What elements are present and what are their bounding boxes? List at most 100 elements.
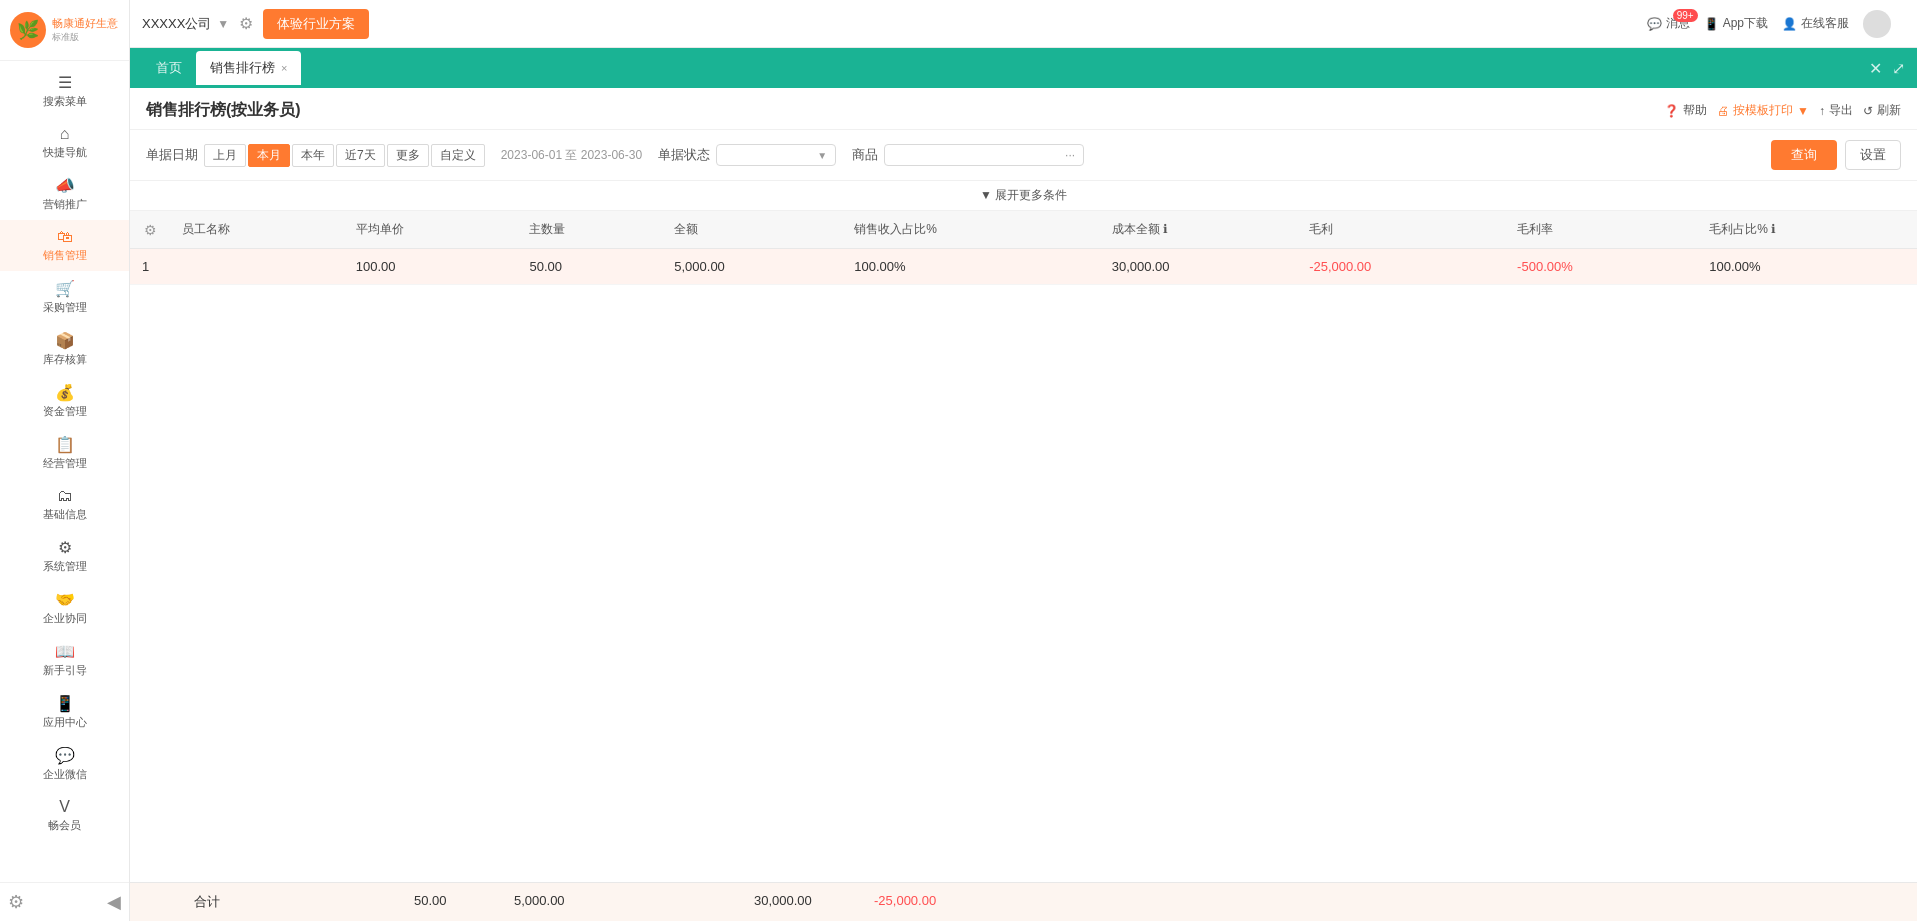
tab-close-icon[interactable]: × (281, 62, 287, 74)
sidebar-nav: ☰搜索菜单⌂快捷导航📣营销推广🛍销售管理🛒采购管理📦库存核算💰资金管理📋经营管理… (0, 61, 129, 882)
footer-cells: 合计 50.00 5,000.00 30,000.00 -25,000.00 (142, 893, 1905, 911)
export-button[interactable]: ↑ 导出 (1819, 102, 1853, 119)
expand-button[interactable]: ▼ 展开更多条件 (980, 188, 1067, 202)
logo-text-wrap: 畅康通好生意 标准版 (52, 16, 118, 43)
data-table: ⚙ 员工名称 平均单价 主数量 全额 销售收入占比% 成本全额 ℹ 毛利 毛利率… (130, 211, 1917, 285)
date-tab-more[interactable]: 更多 (387, 144, 429, 167)
date-tab-last-7-days[interactable]: 近7天 (336, 144, 385, 167)
sidebar-item-inventory[interactable]: 📦库存核算 (0, 323, 129, 375)
date-tab-last-month[interactable]: 上月 (204, 144, 246, 167)
nav-icon-wechat: 💬 (55, 746, 75, 765)
date-filter: 单据日期 上月 本月 本年 近7天 更多 自定义 (146, 144, 485, 167)
th-gross-pct: 毛利占比% ℹ (1697, 211, 1917, 249)
sidebar-bottom: ⚙ ◀ (0, 882, 129, 921)
query-button[interactable]: 查询 (1771, 140, 1837, 170)
nav-icon-member: V (59, 798, 70, 816)
expand-bar: ▼ 展开更多条件 (130, 181, 1917, 211)
sidebar-item-member[interactable]: V畅会员 (0, 790, 129, 841)
app-download-label: App下载 (1723, 15, 1768, 32)
avatar[interactable] (1863, 10, 1891, 38)
footer-sales-pct (622, 893, 742, 911)
content: 销售排行榜(按业务员) ❓ 帮助 🖨 按模板打印 ▼ ↑ 导出 ↺ 刷新 (130, 88, 1917, 921)
footer-cost: 30,000.00 (742, 893, 862, 911)
table-header-row: ⚙ 员工名称 平均单价 主数量 全额 销售收入占比% 成本全额 ℹ 毛利 毛利率… (130, 211, 1917, 249)
topbar-gear-icon[interactable]: ⚙ (239, 14, 253, 33)
date-tab-custom[interactable]: 自定义 (431, 144, 485, 167)
online-service-item[interactable]: 👤 在线客服 (1782, 15, 1849, 32)
topbar-right: 💬 消息 99+ 📱 App下载 👤 在线客服 (1647, 10, 1905, 38)
company-name: XXXXX公司 (142, 15, 211, 33)
cell-gross-pct: 100.00% (1697, 249, 1917, 285)
status-select[interactable]: ▼ (716, 144, 836, 166)
date-label: 单据日期 (146, 146, 198, 164)
sidebar-item-quick-nav[interactable]: ⌂快捷导航 (0, 117, 129, 168)
sidebar-item-finance[interactable]: 💰资金管理 (0, 375, 129, 427)
nav-icon-system: ⚙ (58, 538, 72, 557)
app-download-item[interactable]: 📱 App下载 (1704, 15, 1768, 32)
settings-button[interactable]: 设置 (1845, 140, 1901, 170)
print-icon: 🖨 (1717, 104, 1729, 118)
sidebar-item-basic-info[interactable]: 🗂基础信息 (0, 479, 129, 530)
refresh-label: 刷新 (1877, 102, 1901, 119)
date-tab-this-year[interactable]: 本年 (292, 144, 334, 167)
message-icon: 💬 (1647, 17, 1662, 31)
nav-icon-enterprise: 🤝 (55, 590, 75, 609)
sidebar-item-sales[interactable]: 🛍销售管理 (0, 220, 129, 271)
settings-bottom-icon[interactable]: ⚙ (8, 891, 24, 913)
logo-badge: 标准版 (52, 31, 118, 44)
sidebar-item-system[interactable]: ⚙系统管理 (0, 530, 129, 582)
filter-bar: 单据日期 上月 本月 本年 近7天 更多 自定义 2023-06-01 至 20… (130, 130, 1917, 181)
nav-label-purchase: 采购管理 (43, 300, 87, 315)
cell-avg-price: 100.00 (344, 249, 518, 285)
tab-sales-ranking-label: 销售排行榜 (210, 59, 275, 77)
sidebar-item-marketing[interactable]: 📣营销推广 (0, 168, 129, 220)
help-button[interactable]: ❓ 帮助 (1664, 102, 1707, 119)
table-row: 1 100.00 50.00 5,000.00 100.00% 30,000.0… (130, 249, 1917, 285)
table-body: 1 100.00 50.00 5,000.00 100.00% 30,000.0… (130, 249, 1917, 285)
sidebar-item-app-center[interactable]: 📱应用中心 (0, 686, 129, 738)
cell-amount: 5,000.00 (662, 249, 842, 285)
column-settings-icon[interactable]: ⚙ (144, 222, 157, 238)
goods-input[interactable] (893, 148, 1065, 162)
export-label: 导出 (1829, 102, 1853, 119)
sidebar-item-operations[interactable]: 📋经营管理 (0, 427, 129, 479)
sidebar-item-wechat[interactable]: 💬企业微信 (0, 738, 129, 790)
logo-area: 🌿 畅康通好生意 标准版 (0, 0, 129, 61)
tab-home-label: 首页 (156, 59, 182, 77)
print-label: 按模板打印 (1733, 102, 1793, 119)
message-item[interactable]: 💬 消息 99+ (1647, 15, 1690, 32)
date-tab-this-month[interactable]: 本月 (248, 144, 290, 167)
sidebar-item-search-order[interactable]: ☰搜索菜单 (0, 65, 129, 117)
th-amount: 全额 (662, 211, 842, 249)
status-value (725, 148, 765, 162)
page-header: 销售排行榜(按业务员) ❓ 帮助 🖨 按模板打印 ▼ ↑ 导出 ↺ 刷新 (130, 88, 1917, 130)
topbar: XXXXX公司 ▼ ⚙ 体验行业方案 💬 消息 99+ 📱 App下载 👤 在线… (130, 0, 1917, 48)
nav-label-marketing: 营销推广 (43, 197, 87, 212)
goods-more-icon[interactable]: ··· (1065, 148, 1075, 162)
collapse-icon[interactable]: ◀ (107, 891, 121, 913)
nav-label-guide: 新手引导 (43, 663, 87, 678)
cell-employee (170, 249, 344, 285)
sidebar-item-purchase[interactable]: 🛒采购管理 (0, 271, 129, 323)
tab-sales-ranking[interactable]: 销售排行榜 × (196, 51, 301, 85)
th-sales-pct: 销售收入占比% (842, 211, 1099, 249)
cell-gross-margin: -500.00% (1505, 249, 1697, 285)
nav-icon-quick-nav: ⌂ (60, 125, 70, 143)
sidebar-item-guide[interactable]: 📖新手引导 (0, 634, 129, 686)
th-quantity: 主数量 (517, 211, 662, 249)
tab-restore-icon[interactable]: ⤢ (1892, 59, 1905, 78)
company-selector[interactable]: XXXXX公司 ▼ (142, 15, 229, 33)
goods-label: 商品 (852, 146, 878, 164)
company-dropdown-icon: ▼ (217, 17, 229, 31)
print-button[interactable]: 🖨 按模板打印 ▼ (1717, 102, 1809, 119)
trial-button[interactable]: 体验行业方案 (263, 9, 369, 39)
app-download-icon: 📱 (1704, 17, 1719, 31)
nav-label-search-order: 搜索菜单 (43, 94, 87, 109)
tab-home[interactable]: 首页 (142, 51, 196, 85)
refresh-button[interactable]: ↺ 刷新 (1863, 102, 1901, 119)
nav-icon-operations: 📋 (55, 435, 75, 454)
sidebar-item-enterprise[interactable]: 🤝企业协同 (0, 582, 129, 634)
tab-close-all-icon[interactable]: ✕ (1869, 59, 1882, 78)
message-badge: 99+ (1673, 9, 1698, 22)
help-label: 帮助 (1683, 102, 1707, 119)
